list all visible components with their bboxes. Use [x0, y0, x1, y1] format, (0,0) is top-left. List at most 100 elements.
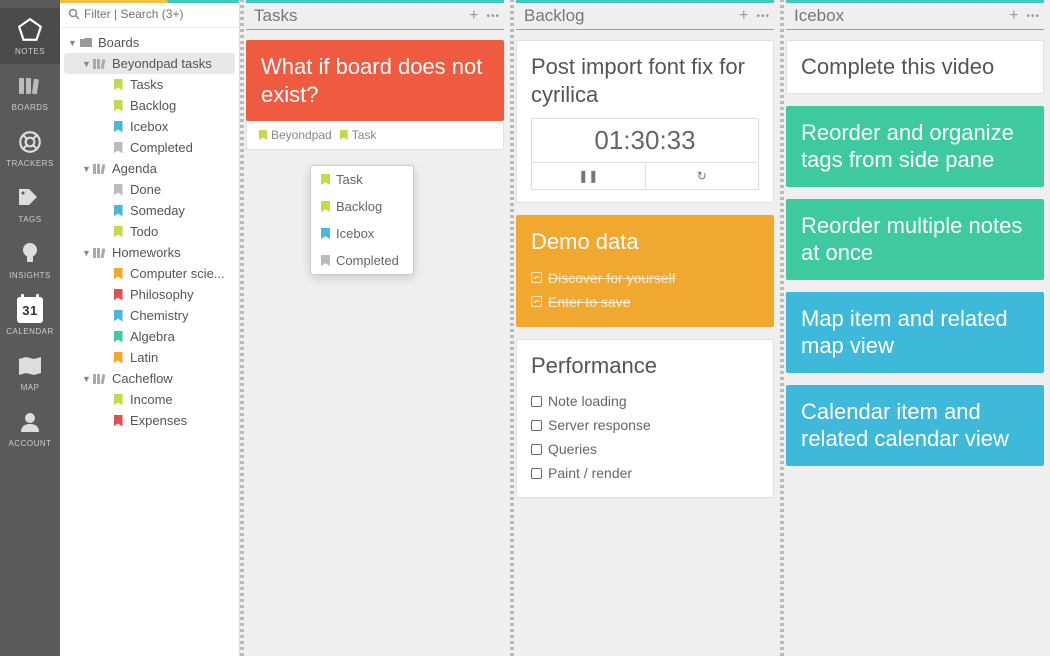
- note-card[interactable]: Complete this video: [786, 40, 1044, 94]
- dropdown-item[interactable]: Task: [311, 166, 413, 193]
- tree-item[interactable]: Philosophy: [64, 284, 235, 305]
- tree-root[interactable]: ▼Boards: [64, 32, 235, 53]
- column-drag-edge[interactable]: [780, 0, 784, 656]
- bookmark-icon: [110, 226, 126, 238]
- column-drag-edge[interactable]: [240, 0, 244, 656]
- tree-label: Cacheflow: [112, 371, 231, 386]
- tree-item[interactable]: Latin: [64, 347, 235, 368]
- tree-group[interactable]: ▼Homeworks: [64, 242, 235, 263]
- bookmark-icon: [110, 142, 126, 154]
- card-title: Post import font fix for cyrilica: [531, 53, 759, 108]
- tree-item[interactable]: Income: [64, 389, 235, 410]
- note-card[interactable]: Map item and related map view: [786, 292, 1044, 373]
- bulb-icon: [16, 240, 44, 268]
- column-drag-edge[interactable]: [510, 0, 514, 656]
- column-header: Backlog+•••: [516, 0, 774, 30]
- checklist-item[interactable]: Note loading: [531, 389, 759, 413]
- bookmark-icon: [321, 255, 330, 266]
- board-area: Tasks+•••What if board does not exist?Be…: [240, 0, 1050, 656]
- tree-label: Algebra: [130, 329, 231, 344]
- search-input[interactable]: [84, 7, 239, 21]
- checklist-item[interactable]: ✓Enter to save: [531, 290, 759, 314]
- tag-dropdown: Task Backlog Icebox Completed: [310, 165, 414, 275]
- tree-label: Homeworks: [112, 245, 231, 260]
- dropdown-item[interactable]: Completed: [311, 247, 413, 274]
- bookmark-icon: [110, 331, 126, 343]
- note-card[interactable]: Post import font fix for cyrilica 01:30:3…: [516, 40, 774, 203]
- card-title: Calendar item and related calendar view: [801, 398, 1029, 453]
- nav-trackers[interactable]: TRACKERS: [0, 120, 60, 176]
- add-card-button[interactable]: +: [465, 7, 482, 25]
- nav-insights[interactable]: INSIGHTS: [0, 232, 60, 288]
- dropdown-label: Backlog: [336, 199, 382, 214]
- tree-item[interactable]: Computer scie...: [64, 263, 235, 284]
- search-bar[interactable]: [60, 0, 239, 28]
- dropdown-label: Icebox: [336, 226, 374, 241]
- column-more-button[interactable]: •••: [752, 11, 774, 22]
- checklist-item[interactable]: Paint / render: [531, 461, 759, 485]
- tree-item[interactable]: Completed: [64, 137, 235, 158]
- dropdown-label: Completed: [336, 253, 399, 268]
- bookmark-icon: [340, 130, 348, 140]
- column-title: Tasks: [254, 6, 297, 26]
- tree-item[interactable]: Done: [64, 179, 235, 200]
- tree-item[interactable]: Backlog: [64, 95, 235, 116]
- tree-item[interactable]: Todo: [64, 221, 235, 242]
- timer-display: 01:30:33: [531, 118, 759, 163]
- tree-label: Boards: [98, 35, 231, 50]
- timer-reset-button[interactable]: ↻: [646, 163, 759, 189]
- checkbox-icon: [531, 396, 542, 407]
- timer-pause-button[interactable]: ❚❚: [532, 163, 646, 189]
- column-more-button[interactable]: •••: [482, 11, 504, 22]
- board-column: Backlog+••• Post import font fix for cyri…: [510, 0, 780, 656]
- note-card[interactable]: What if board does not exist?: [246, 40, 504, 121]
- nav-map[interactable]: MAP: [0, 344, 60, 400]
- card-tag[interactable]: Task: [338, 127, 379, 143]
- nav-boards[interactable]: BOARDS: [0, 64, 60, 120]
- books-icon: [92, 373, 108, 385]
- note-card[interactable]: Calendar item and related calendar view: [786, 385, 1044, 466]
- checkbox-icon: [531, 468, 542, 479]
- tree-item[interactable]: Someday: [64, 200, 235, 221]
- add-card-button[interactable]: +: [1005, 7, 1022, 25]
- tree-group[interactable]: ▼Cacheflow: [64, 368, 235, 389]
- tags-icon: [16, 184, 44, 212]
- tree-group[interactable]: ▼Beyondpad tasks: [64, 53, 235, 74]
- search-icon: [68, 8, 80, 20]
- nav-tags[interactable]: TAGS: [0, 176, 60, 232]
- card-tag-row: BeyondpadTask: [246, 121, 504, 150]
- checklist-item[interactable]: Server response: [531, 413, 759, 437]
- tree-item[interactable]: Expenses: [64, 410, 235, 431]
- lifebuoy-icon: [16, 128, 44, 156]
- column-more-button[interactable]: •••: [1022, 11, 1044, 22]
- dropdown-item[interactable]: Backlog: [311, 193, 413, 220]
- books-icon: [92, 247, 108, 259]
- card-tag[interactable]: Beyondpad: [257, 127, 334, 143]
- tree-item[interactable]: Tasks: [64, 74, 235, 95]
- nav-notes[interactable]: NOTES: [0, 8, 60, 64]
- note-card[interactable]: Demo data✓Discover for yourself✓Enter to…: [516, 215, 774, 327]
- checklist-label: Discover for yourself: [548, 270, 676, 286]
- bookmark-icon: [110, 394, 126, 406]
- card-title: Reorder multiple notes at once: [801, 212, 1029, 267]
- checkbox-icon: ✓: [531, 296, 542, 307]
- add-card-button[interactable]: +: [735, 7, 752, 25]
- card-title: Complete this video: [801, 53, 1029, 81]
- tree-group[interactable]: ▼Agenda: [64, 158, 235, 179]
- books-icon: [16, 72, 44, 100]
- calendar-icon: 31: [16, 296, 44, 324]
- nav-account[interactable]: ACCOUNT: [0, 400, 60, 456]
- dropdown-item[interactable]: Icebox: [311, 220, 413, 247]
- checklist-item[interactable]: Queries: [531, 437, 759, 461]
- note-card[interactable]: Reorder multiple notes at once: [786, 199, 1044, 280]
- note-card[interactable]: Reorder and organize tags from side pane: [786, 106, 1044, 187]
- tree-label: Computer scie...: [130, 266, 231, 281]
- column-title: Icebox: [794, 6, 844, 26]
- bookmark-icon: [110, 289, 126, 301]
- tree-item[interactable]: Algebra: [64, 326, 235, 347]
- tree-item[interactable]: Icebox: [64, 116, 235, 137]
- nav-calendar[interactable]: 31 CALENDAR: [0, 288, 60, 344]
- tree-item[interactable]: Chemistry: [64, 305, 235, 326]
- checklist-item[interactable]: ✓Discover for yourself: [531, 266, 759, 290]
- note-card[interactable]: PerformanceNote loadingServer responseQu…: [516, 339, 774, 499]
